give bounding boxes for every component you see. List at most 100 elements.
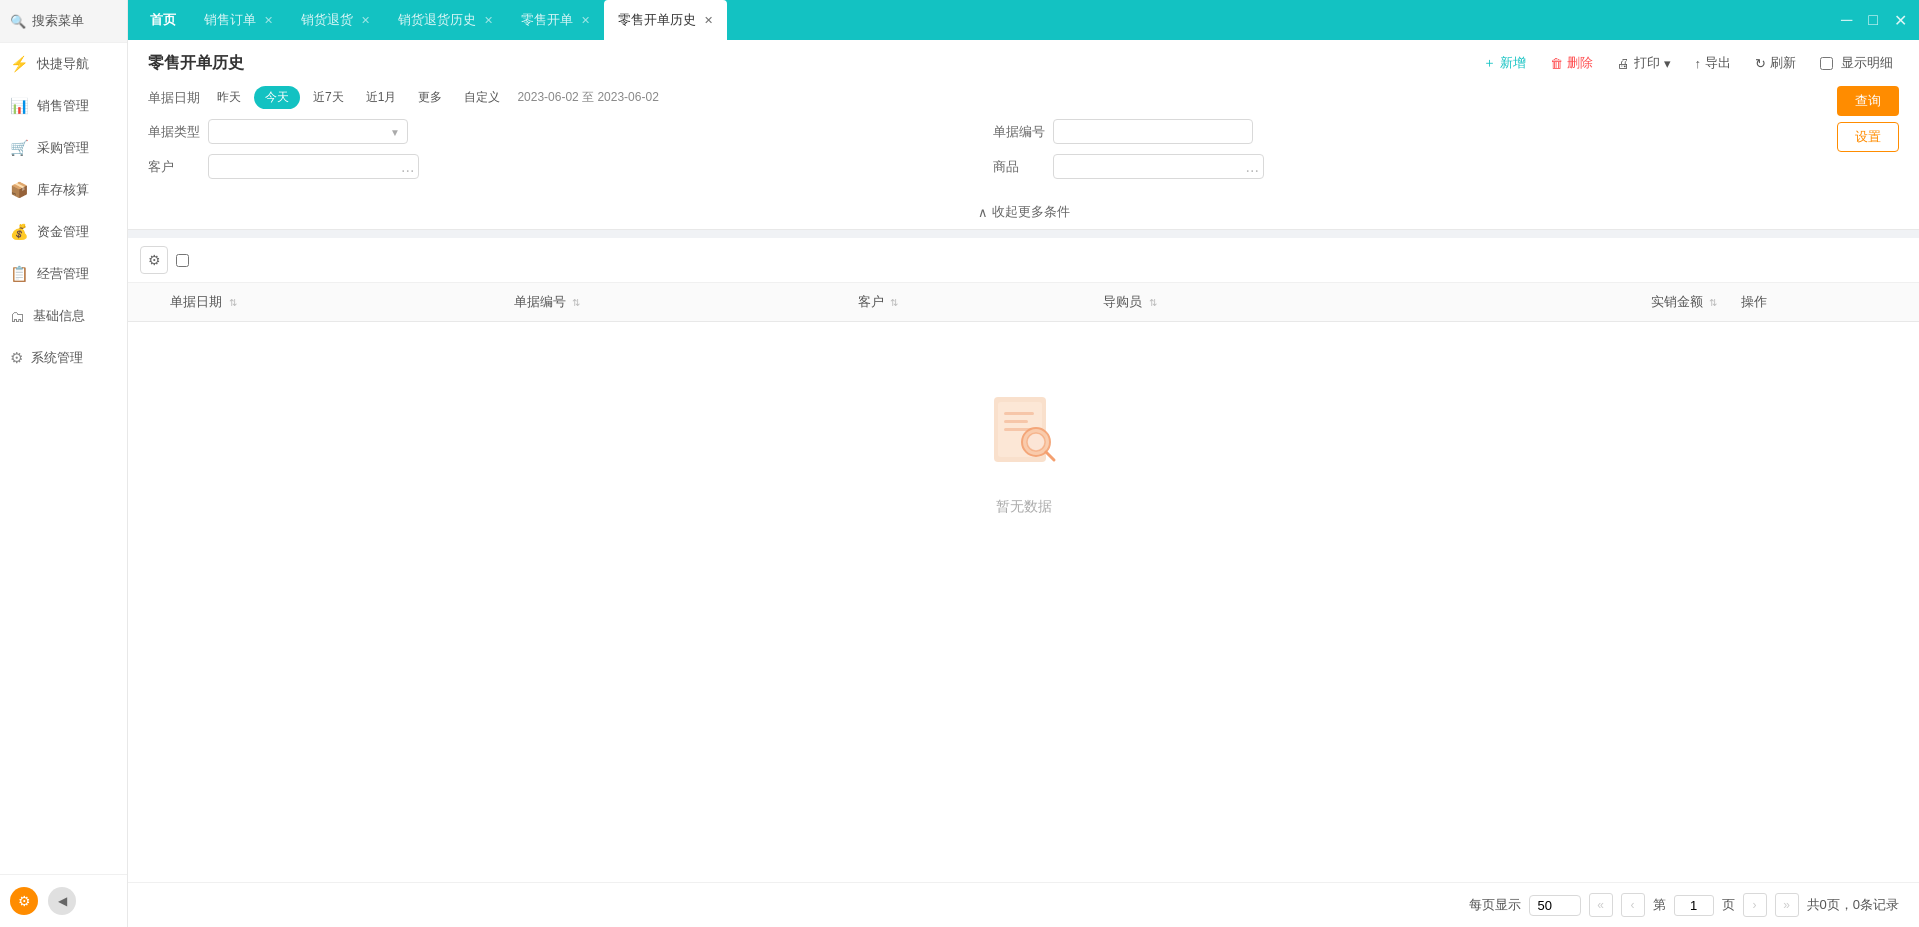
refresh-icon: ↻ <box>1755 56 1766 71</box>
print-label: 打印 <box>1634 54 1660 72</box>
sidebar-item-operations[interactable]: 📋 经营管理 <box>0 253 127 295</box>
display-detail-checkbox[interactable] <box>1820 57 1833 70</box>
toolbar: ＋ 新增 🗑 删除 🖨 打印 ▾ ↑ 导出 <box>1477 52 1900 74</box>
sidebar-item-label: 销售管理 <box>37 97 89 115</box>
tab-home[interactable]: 首页 <box>136 0 190 40</box>
main-area: 首页 销售订单 ✕ 销货退货 ✕ 销货退货历史 ✕ 零售开单 ✕ 零售开单历史 … <box>128 0 1919 927</box>
tab-sales-order-close[interactable]: ✕ <box>264 14 273 27</box>
tab-sales-return-label: 销货退货 <box>301 11 353 29</box>
tab-sales-return-history-close[interactable]: ✕ <box>484 14 493 27</box>
sidebar-item-label: 快捷导航 <box>37 55 89 73</box>
th-date[interactable]: 单据日期 ⇅ <box>158 283 502 322</box>
svg-rect-3 <box>1004 420 1028 423</box>
table-wrapper: 单据日期 ⇅ 单据编号 ⇅ 客户 ⇅ <box>128 283 1919 882</box>
sort-date-icon: ⇅ <box>229 297 237 308</box>
last-page-icon: » <box>1783 898 1790 912</box>
export-button[interactable]: ↑ 导出 <box>1689 52 1738 74</box>
date-btn-more[interactable]: 更多 <box>409 86 451 109</box>
empty-state-icon <box>974 382 1074 482</box>
sidebar-item-inventory[interactable]: 📦 库存核算 <box>0 169 127 211</box>
empty-state: 暂无数据 <box>128 322 1919 576</box>
next-page-button[interactable]: › <box>1743 893 1767 917</box>
date-btn-yesterday[interactable]: 昨天 <box>208 86 250 109</box>
sort-salesperson-icon: ⇅ <box>1149 297 1157 308</box>
export-label: 导出 <box>1705 54 1731 72</box>
sidebar-collapse-button[interactable]: ◀ <box>48 887 76 915</box>
page-header-top: 零售开单历史 ＋ 新增 🗑 删除 🖨 打印 ▾ <box>148 52 1899 74</box>
tab-sales-return[interactable]: 销货退货 ✕ <box>287 0 384 40</box>
sidebar-item-basic-info[interactable]: 🗂 基础信息 <box>0 295 127 337</box>
date-range-display: 2023-06-02 至 2023-06-02 <box>517 89 658 106</box>
tab-retail-open-history-close[interactable]: ✕ <box>704 14 713 27</box>
th-amount[interactable]: 实销金额 ⇅ <box>1385 283 1729 322</box>
tab-sales-return-history[interactable]: 销货退货历史 ✕ <box>384 0 507 40</box>
product-input[interactable] <box>1054 155 1242 178</box>
th-num[interactable]: 单据编号 ⇅ <box>502 283 846 322</box>
print-button[interactable]: 🖨 打印 ▾ <box>1611 52 1677 74</box>
total-label: 共0页，0条记录 <box>1807 896 1899 914</box>
window-close-button[interactable]: ✕ <box>1890 7 1911 34</box>
customer-label: 客户 <box>148 158 200 176</box>
tab-sales-order[interactable]: 销售订单 ✕ <box>190 0 287 40</box>
table-settings-button[interactable]: ⚙ <box>140 246 168 274</box>
date-btn-last-month[interactable]: 近1月 <box>357 86 406 109</box>
settings-gear-button[interactable]: ⚙ <box>10 887 38 915</box>
sidebar-item-sys-mgmt[interactable]: ⚙ 系统管理 <box>0 337 127 379</box>
filter-field-customer: 客户 ... <box>148 154 973 179</box>
collapse-more-button[interactable]: ∧ 收起更多条件 <box>148 199 1899 229</box>
page-number-input[interactable] <box>1674 895 1714 916</box>
product-dots-btn[interactable]: ... <box>1242 158 1263 176</box>
refresh-button[interactable]: ↻ 刷新 <box>1749 52 1802 74</box>
collapse-icon: ∧ <box>978 205 988 220</box>
window-maximize-button[interactable]: □ <box>1864 7 1882 33</box>
purchase-mgmt-icon: 🛒 <box>10 139 29 157</box>
sidebar-search[interactable]: 🔍 搜索菜单 <box>0 0 127 43</box>
filter-field-date: 单据日期 昨天 今天 近7天 近1月 更多 自定义 2023-06-02 至 2… <box>148 86 1817 109</box>
page-suffix: 页 <box>1722 896 1735 914</box>
date-btn-custom[interactable]: 自定义 <box>455 86 509 109</box>
first-page-button[interactable]: « <box>1589 893 1613 917</box>
sidebar-item-purchase-mgmt[interactable]: 🛒 采购管理 <box>0 127 127 169</box>
sidebar-item-quick-nav[interactable]: ⚡ 快捷导航 <box>0 43 127 85</box>
doc-num-label: 单据编号 <box>993 123 1045 141</box>
add-button[interactable]: ＋ 新增 <box>1477 52 1532 74</box>
tab-retail-open-history[interactable]: 零售开单历史 ✕ <box>604 0 727 40</box>
sort-amount-icon: ⇅ <box>1709 297 1717 308</box>
customer-dots-btn[interactable]: ... <box>397 158 418 176</box>
filter-row-2: 单据类型 单据编号 <box>148 119 1817 144</box>
prev-page-button[interactable]: ‹ <box>1621 893 1645 917</box>
inventory-icon: 📦 <box>10 181 29 199</box>
sidebar-item-sales-mgmt[interactable]: 📊 销售管理 <box>0 85 127 127</box>
select-all-checkbox[interactable] <box>176 254 189 267</box>
product-label: 商品 <box>993 158 1045 176</box>
query-button[interactable]: 查询 <box>1837 86 1899 116</box>
filter-field-product: 商品 ... <box>993 154 1818 179</box>
sort-num-icon: ⇅ <box>572 297 580 308</box>
print-icon: 🖨 <box>1617 56 1630 71</box>
last-page-button[interactable]: » <box>1775 893 1799 917</box>
th-customer[interactable]: 客户 ⇅ <box>846 283 1091 322</box>
date-btn-last7[interactable]: 近7天 <box>304 86 353 109</box>
sidebar-item-label: 库存核算 <box>37 181 89 199</box>
setting-button[interactable]: 设置 <box>1837 122 1899 152</box>
tab-retail-open[interactable]: 零售开单 ✕ <box>507 0 604 40</box>
tab-retail-open-label: 零售开单 <box>521 11 573 29</box>
customer-input[interactable] <box>209 155 397 178</box>
display-detail-button[interactable]: 显示明细 <box>1814 52 1899 74</box>
date-filter-group: 昨天 今天 近7天 近1月 更多 自定义 2023-06-02 至 2023-0… <box>208 86 659 109</box>
filter-field-doc-num: 单据编号 <box>993 119 1818 144</box>
sidebar-item-label: 经营管理 <box>37 265 89 283</box>
date-btn-today[interactable]: 今天 <box>254 86 300 109</box>
tab-bar: 首页 销售订单 ✕ 销货退货 ✕ 销货退货历史 ✕ 零售开单 ✕ 零售开单历史 … <box>128 0 1919 40</box>
basic-info-icon: 🗂 <box>10 308 25 325</box>
sidebar-item-finance[interactable]: 💰 资金管理 <box>0 211 127 253</box>
doc-type-select[interactable] <box>208 119 408 144</box>
first-page-icon: « <box>1597 898 1604 912</box>
window-minimize-button[interactable]: ─ <box>1837 7 1856 33</box>
th-salesperson[interactable]: 导购员 ⇅ <box>1091 283 1386 322</box>
per-page-select[interactable]: 10 20 50 100 <box>1529 895 1581 916</box>
tab-retail-open-close[interactable]: ✕ <box>581 14 590 27</box>
delete-button[interactable]: 🗑 删除 <box>1544 52 1599 74</box>
tab-sales-return-close[interactable]: ✕ <box>361 14 370 27</box>
doc-num-input[interactable] <box>1053 119 1253 144</box>
